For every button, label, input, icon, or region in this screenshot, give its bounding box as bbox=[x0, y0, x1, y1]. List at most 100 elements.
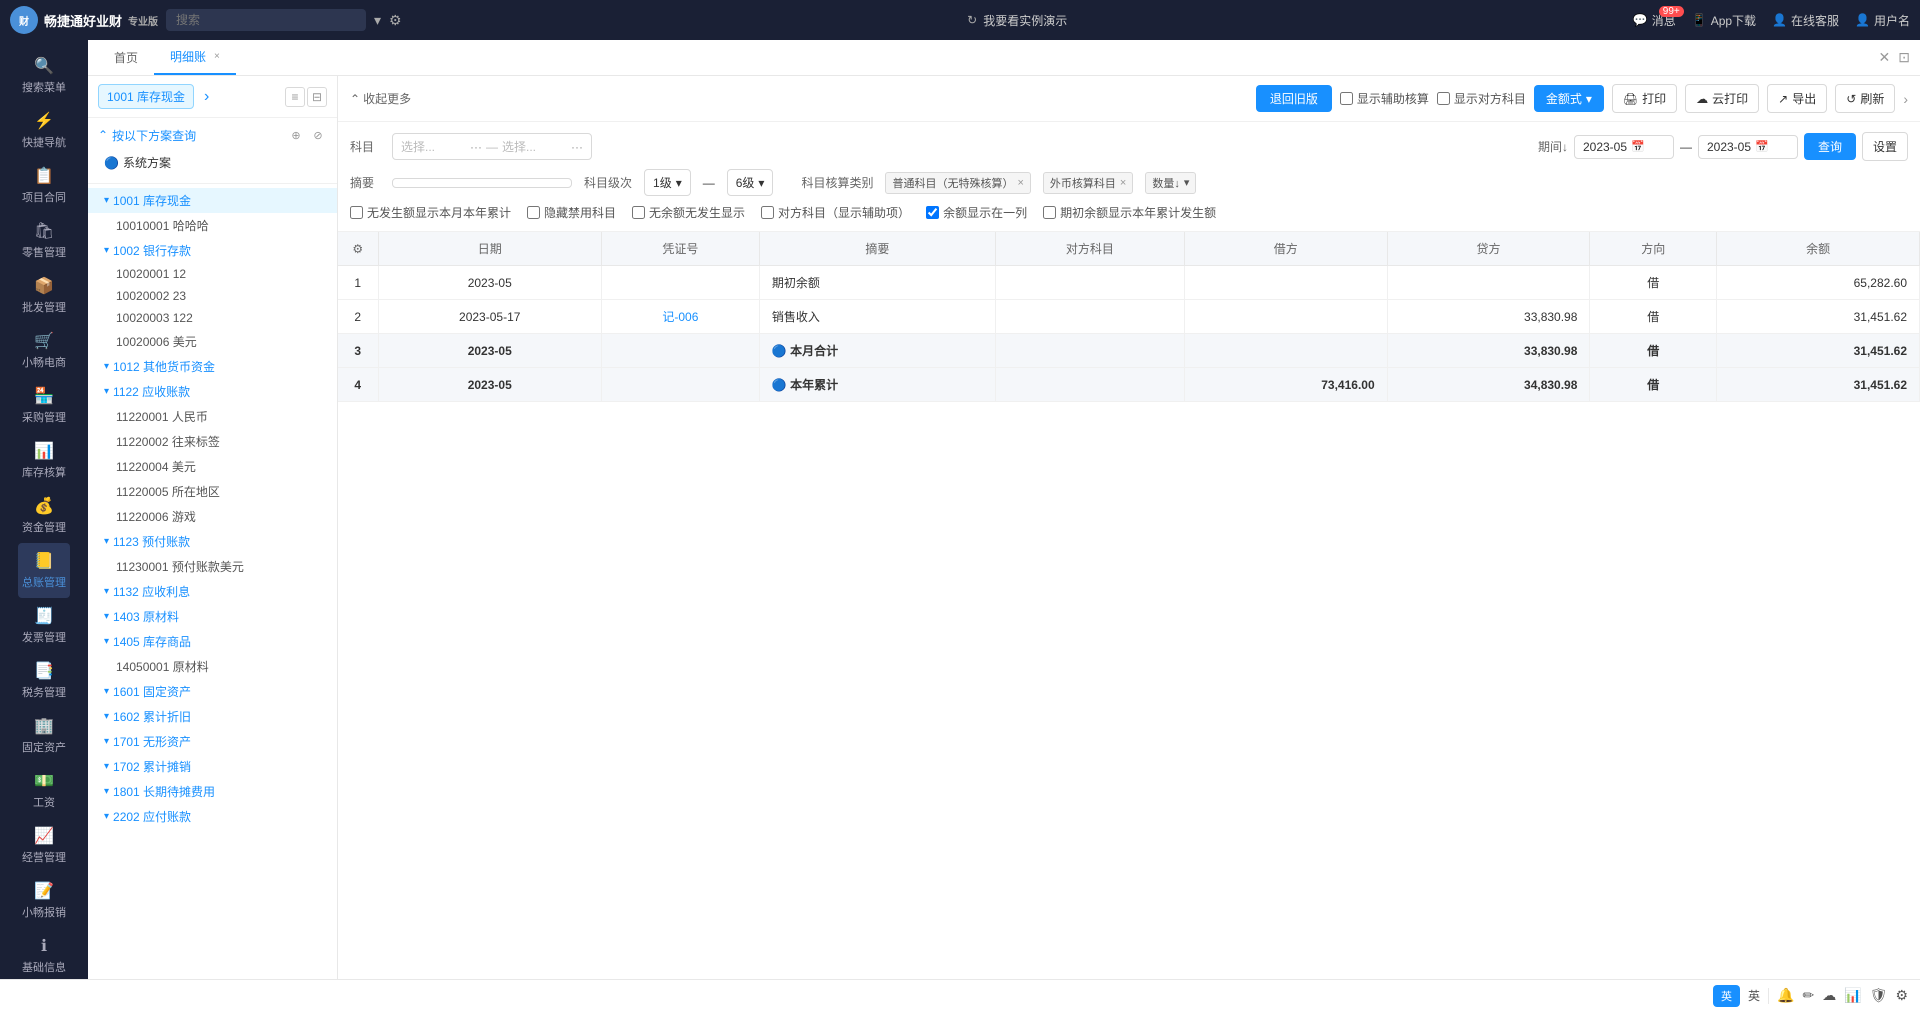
tag-foreign[interactable]: 外币核算科目 × bbox=[1043, 172, 1133, 194]
no-occurrence-checkbox[interactable] bbox=[350, 206, 363, 219]
tree-item-2202[interactable]: ▾2202 应付账款 bbox=[88, 804, 337, 829]
option-balance-one-col[interactable]: 余额显示在一列 bbox=[926, 204, 1027, 221]
tree-item-1122[interactable]: ▾1122 应收账款 bbox=[88, 379, 337, 404]
period-to-input[interactable]: 2023-05 📅 bbox=[1698, 135, 1798, 159]
option-no-occurrence[interactable]: 无发生额显示本月本年累计 bbox=[350, 204, 511, 221]
query-filter-icon[interactable]: ⊘ bbox=[309, 126, 327, 144]
tab-home[interactable]: 首页 bbox=[98, 41, 154, 74]
sidebar-item-assets[interactable]: 🏢固定资产 bbox=[18, 708, 70, 763]
lang-switch-btn[interactable]: 英 bbox=[1713, 985, 1740, 1007]
sidebar-item-xiao_report[interactable]: 📝小畅报销 bbox=[18, 873, 70, 928]
sidebar-item-search[interactable]: 🔍搜索菜单 bbox=[18, 48, 70, 103]
tab-close-icon[interactable]: × bbox=[214, 51, 220, 62]
sidebar-item-operations[interactable]: 📈经营管理 bbox=[18, 818, 70, 873]
right-collapse-icon[interactable]: › bbox=[1903, 91, 1908, 107]
tree-item-10020002[interactable]: 10020002 23 bbox=[88, 285, 337, 307]
tree-item-10020006[interactable]: 10020006 美元 bbox=[88, 329, 337, 354]
maximize-window-icon[interactable]: ⊡ bbox=[1898, 49, 1910, 66]
tag-foreign-close[interactable]: × bbox=[1120, 177, 1126, 189]
scheme-item[interactable]: 🔵 系统方案 bbox=[98, 150, 327, 175]
sidebar-item-invoice[interactable]: 🧾发票管理 bbox=[18, 598, 70, 653]
tree-item-11220002[interactable]: 11220002 往来标签 bbox=[88, 429, 337, 454]
bottom-shield-icon[interactable]: 🛡 bbox=[1870, 987, 1888, 1004]
tree-item-1601[interactable]: ▾1601 固定资产 bbox=[88, 679, 337, 704]
tree-collapse-icon[interactable]: ⊟ bbox=[307, 87, 327, 107]
show-aux-check[interactable]: 显示辅助核算 bbox=[1340, 90, 1429, 107]
tree-item-1801[interactable]: ▾1801 长期待摊费用 bbox=[88, 779, 337, 804]
show-contra-checkbox[interactable] bbox=[1437, 92, 1450, 105]
option-hide-disabled[interactable]: 隐藏禁用科目 bbox=[527, 204, 616, 221]
search-query-btn[interactable]: 查询 bbox=[1804, 133, 1856, 160]
voucher-link[interactable]: 记-006 bbox=[662, 310, 698, 324]
tree-item-11230001[interactable]: 11230001 预付账款美元 bbox=[88, 554, 337, 579]
sidebar-item-shortcut[interactable]: ⚡快捷导航 bbox=[18, 103, 70, 158]
amount-format-btn[interactable]: 金额式 ▾ bbox=[1534, 85, 1604, 112]
tree-item-10020001[interactable]: 10020001 12 bbox=[88, 263, 337, 285]
sidebar-item-project[interactable]: 📋项目合同 bbox=[18, 158, 70, 213]
close-window-icon[interactable]: ✕ bbox=[1879, 49, 1891, 66]
cloud-print-btn[interactable]: ☁ 云打印 bbox=[1685, 84, 1759, 113]
period-from-input[interactable]: 2023-05 📅 bbox=[1574, 135, 1674, 159]
demo-area[interactable]: ↻ 我要看实例演示 bbox=[967, 12, 1067, 29]
tree-item-1405[interactable]: ▾1405 库存商品 bbox=[88, 629, 337, 654]
option-opening[interactable]: 期初余额显示本年累计发生额 bbox=[1043, 204, 1216, 221]
no-balance-checkbox[interactable] bbox=[632, 206, 645, 219]
tree-item-1602[interactable]: ▾1602 累计折旧 bbox=[88, 704, 337, 729]
sidebar-item-purchase[interactable]: 🏪采购管理 bbox=[18, 378, 70, 433]
hide-disabled-checkbox[interactable] bbox=[527, 206, 540, 219]
refresh-btn[interactable]: ↺ 刷新 bbox=[1835, 84, 1895, 113]
tree-item-11220006[interactable]: 11220006 游戏 bbox=[88, 504, 337, 529]
bottom-chart-icon[interactable]: 📊 bbox=[1844, 987, 1861, 1004]
level-from-select[interactable]: 1级 ▾ bbox=[644, 169, 691, 196]
selected-subject[interactable]: 1001 库存现金 bbox=[98, 84, 194, 109]
expand-more-btn[interactable]: ⌃ 收起更多 bbox=[350, 90, 411, 107]
online-service-button[interactable]: 👤 在线客服 bbox=[1772, 12, 1839, 29]
tab-detail[interactable]: 明细账 × bbox=[154, 40, 236, 75]
app-download-button[interactable]: 📱 App下载 bbox=[1692, 12, 1756, 29]
balance-one-col-checkbox[interactable] bbox=[926, 206, 939, 219]
tag-quantity[interactable]: 数量↓ ▾ bbox=[1145, 172, 1196, 194]
tree-item-10010001[interactable]: 10010001 哈哈哈 bbox=[88, 213, 337, 238]
bottom-settings-icon[interactable]: ⚙ bbox=[1895, 987, 1908, 1004]
show-aux-checkbox[interactable] bbox=[1340, 92, 1353, 105]
option-contra[interactable]: 对方科目（显示辅助项） bbox=[761, 204, 910, 221]
sidebar-item-tax[interactable]: 📑税务管理 bbox=[18, 653, 70, 708]
tree-item-1403[interactable]: ▾1403 原材料 bbox=[88, 604, 337, 629]
demo-text[interactable]: 我要看实例演示 bbox=[983, 12, 1067, 29]
bottom-cloud-icon[interactable]: ☁ bbox=[1822, 987, 1836, 1004]
tree-item-1012[interactable]: ▾1012 其他货币资金 bbox=[88, 354, 337, 379]
sidebar-item-payroll[interactable]: 💵工资 bbox=[18, 763, 70, 818]
sidebar-item-basic_info[interactable]: ℹ基础信息 bbox=[18, 928, 70, 979]
sidebar-item-ledger[interactable]: 📒总账管理 bbox=[18, 543, 70, 598]
tree-item-1701[interactable]: ▾1701 无形资产 bbox=[88, 729, 337, 754]
tree-item-1702[interactable]: ▾1702 累计摊销 bbox=[88, 754, 337, 779]
notification-button[interactable]: 💬 消息 99+ bbox=[1633, 12, 1676, 29]
tree-item-11220005[interactable]: 11220005 所在地区 bbox=[88, 479, 337, 504]
opening-checkbox[interactable] bbox=[1043, 206, 1056, 219]
col-settings[interactable]: ⚙ bbox=[338, 232, 378, 266]
user-avatar[interactable]: 👤 用户名 bbox=[1855, 12, 1910, 29]
sidebar-item-finance[interactable]: 💰资金管理 bbox=[18, 488, 70, 543]
contra-checkbox[interactable] bbox=[761, 206, 774, 219]
global-search-input[interactable] bbox=[166, 9, 366, 31]
export-btn[interactable]: ↗ 导出 bbox=[1767, 84, 1827, 113]
settings-icon[interactable]: ⚙ bbox=[389, 12, 402, 29]
tree-align-icon[interactable]: ≡ bbox=[285, 87, 305, 107]
back-old-version-btn[interactable]: 退回旧版 bbox=[1256, 85, 1332, 112]
level-to-select[interactable]: 6级 ▾ bbox=[727, 169, 774, 196]
bottom-edit-icon[interactable]: ✏ bbox=[1802, 987, 1814, 1004]
sidebar-item-ecommerce[interactable]: 🛒小畅电商 bbox=[18, 323, 70, 378]
settings-query-btn[interactable]: 设置 bbox=[1862, 132, 1908, 161]
tag-normal[interactable]: 普通科目（无特殊核算） × bbox=[885, 172, 1030, 194]
subject-filter-input[interactable]: 选择... ··· — 选择... ··· bbox=[392, 133, 592, 160]
sidebar-item-wholesale[interactable]: 📦批发管理 bbox=[18, 268, 70, 323]
cell-voucher[interactable]: 记-006 bbox=[601, 300, 759, 334]
tree-item-14050001[interactable]: 14050001 原材料 bbox=[88, 654, 337, 679]
tree-item-1132[interactable]: ▾1132 应收利息 bbox=[88, 579, 337, 604]
sidebar-item-inventory[interactable]: 📊库存核算 bbox=[18, 433, 70, 488]
tree-item-11220001[interactable]: 11220001 人民币 bbox=[88, 404, 337, 429]
query-settings-icon[interactable]: ⊕ bbox=[287, 126, 305, 144]
search-dropdown-icon[interactable]: ▾ bbox=[374, 12, 381, 29]
bottom-text-icon[interactable]: 英 bbox=[1748, 987, 1760, 1004]
summary-input[interactable] bbox=[392, 178, 572, 188]
